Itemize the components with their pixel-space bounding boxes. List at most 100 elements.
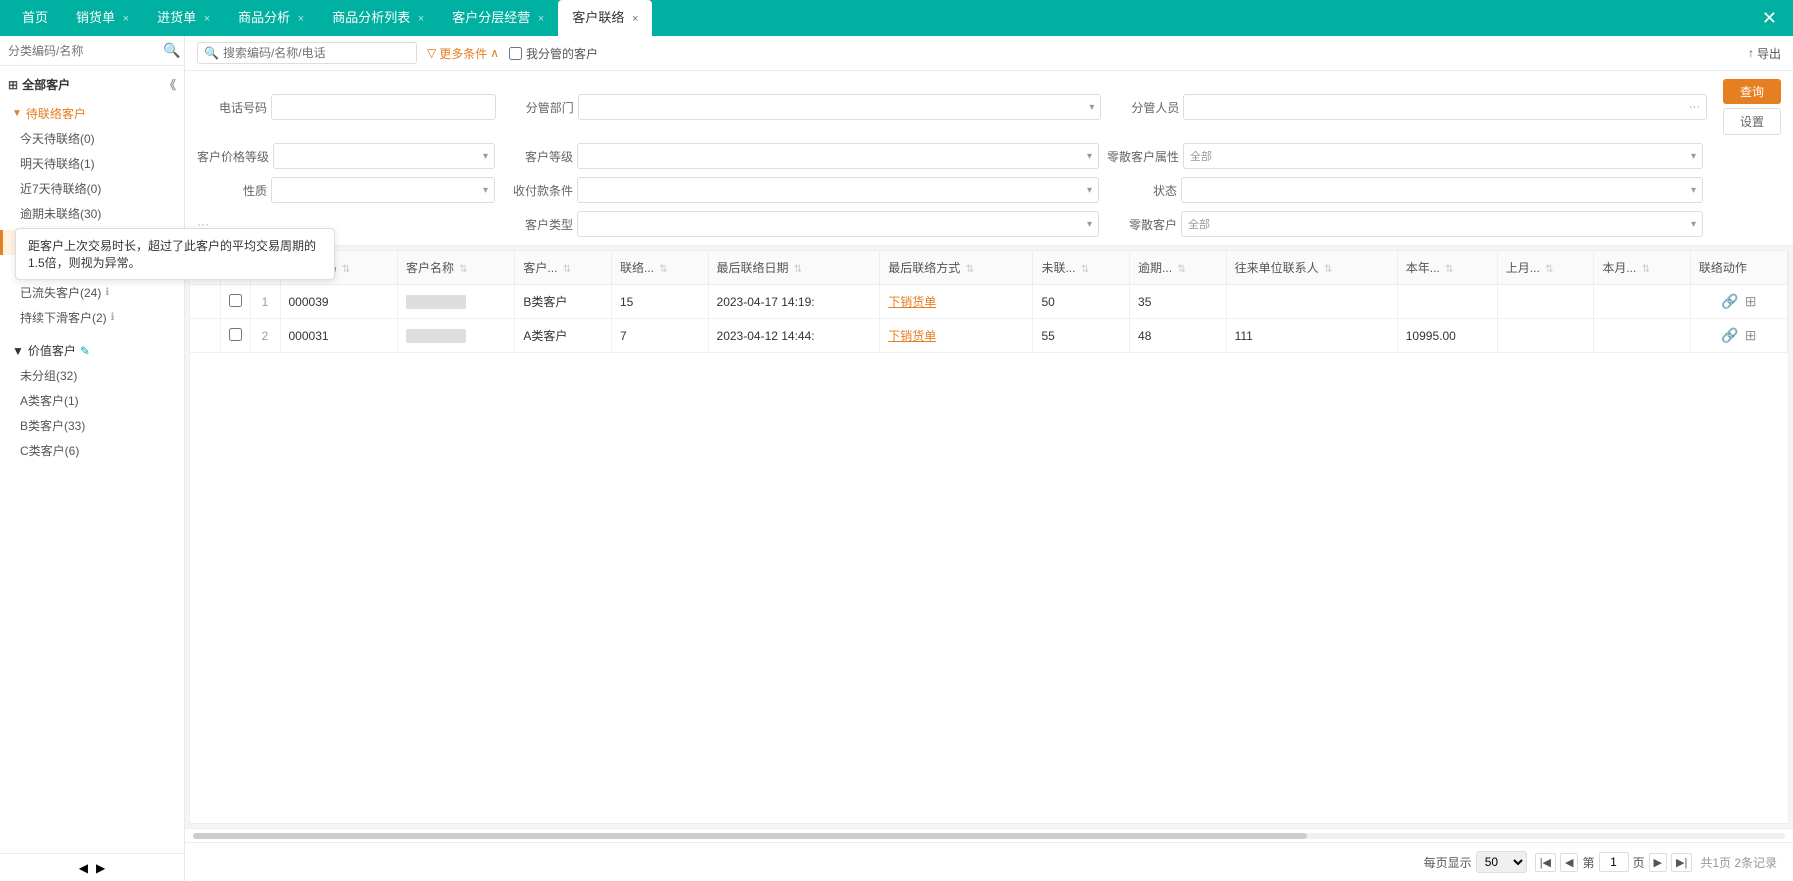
- chevron-down-icon: ∧: [490, 46, 499, 60]
- th-last-contact-method[interactable]: 最后联络方式 ⇅: [880, 251, 1033, 285]
- filter-dept: 分管部门 ▾: [504, 94, 1102, 120]
- td-year-1: [1397, 285, 1497, 319]
- blurred-name-2: [406, 329, 466, 343]
- tree-root-all-customers[interactable]: ⊞ 全部客户 《: [0, 70, 184, 99]
- gender-caret-icon: ▾: [483, 185, 488, 196]
- tree-leaf-today[interactable]: 今天待联络(0): [0, 126, 184, 151]
- edit-icon[interactable]: ✎: [80, 344, 90, 358]
- close-goods-list-icon[interactable]: ×: [418, 13, 424, 25]
- dept-select[interactable]: ▾: [578, 94, 1102, 120]
- nav-sales[interactable]: 销货单 ×: [62, 0, 143, 36]
- filter-retail-attr: 零散客户属性 全部 ▾: [1107, 143, 1703, 169]
- td-contacts-1: [1226, 285, 1397, 319]
- method-link-1[interactable]: 下销货单: [888, 295, 936, 309]
- last-page-button[interactable]: ▶|: [1671, 853, 1692, 872]
- tree-group-pending-header[interactable]: ▼ 待联络客户: [0, 99, 184, 126]
- prev-page-button[interactable]: ◀: [1560, 853, 1578, 872]
- toolbar-search-input[interactable]: [223, 46, 410, 60]
- status-label: 状态: [1107, 182, 1177, 199]
- gender-select[interactable]: ▾: [271, 177, 495, 203]
- td-type-1: B类客户: [515, 285, 612, 319]
- sidebar-search-input[interactable]: [8, 44, 163, 58]
- tree-leaf-lost-customers[interactable]: 已流失客户(24) ℹ: [0, 280, 184, 305]
- retail-attr-select[interactable]: 全部 ▾: [1183, 143, 1703, 169]
- th-action: 联络动作: [1690, 251, 1787, 285]
- customer-grade-select[interactable]: ▾: [577, 143, 1099, 169]
- page-number-input[interactable]: [1599, 852, 1629, 872]
- th-contact-count[interactable]: 联络... ⇅: [611, 251, 708, 285]
- total-records-label: 共1页 2条记录: [1700, 854, 1777, 871]
- th-contacts[interactable]: 往来单位联系人 ⇅: [1226, 251, 1397, 285]
- collapse-icon[interactable]: 《: [164, 76, 176, 93]
- close-purchase-icon[interactable]: ×: [204, 13, 210, 25]
- next-page-button[interactable]: ▶: [1649, 853, 1667, 872]
- th-this-month[interactable]: 本月... ⇅: [1594, 251, 1691, 285]
- close-contact-icon[interactable]: ×: [632, 13, 638, 25]
- tree-leaf-overdue[interactable]: 逾期未联络(30): [0, 201, 184, 226]
- sidebar-right-arrow[interactable]: ▶: [96, 861, 105, 875]
- td-date-2: 2023-04-12 14:44:: [708, 319, 880, 353]
- filter-manager: 分管人员 ···: [1109, 94, 1707, 120]
- td-overdue-2: 48: [1130, 319, 1227, 353]
- th-last-contact-date[interactable]: 最后联络日期 ⇅: [708, 251, 880, 285]
- nav-purchase[interactable]: 进货单 ×: [143, 0, 224, 36]
- th-customer-name[interactable]: 客户名称 ⇅: [397, 251, 514, 285]
- th-uncontacted[interactable]: 未联... ⇅: [1033, 251, 1130, 285]
- tree-subgroup-value-header[interactable]: ▼ 价值客户 ✎: [0, 338, 184, 363]
- settings-button[interactable]: 设置: [1723, 108, 1781, 135]
- retail-customer-select[interactable]: 全部 ▾: [1181, 211, 1703, 237]
- nav-customer-segment[interactable]: 客户分层经营 ×: [438, 0, 558, 36]
- tree-leaf-tomorrow[interactable]: 明天待联络(1): [0, 151, 184, 176]
- manager-select[interactable]: ···: [1183, 94, 1707, 120]
- th-year-amount[interactable]: 本年... ⇅: [1397, 251, 1497, 285]
- customer-type-select[interactable]: ▾: [577, 211, 1099, 237]
- more-conditions-button[interactable]: ▽ 更多条件 ∧: [427, 45, 499, 62]
- tree-leaf-ungrouped[interactable]: 未分组(32): [0, 363, 184, 388]
- retail-attr-value: 全部: [1190, 148, 1212, 164]
- link-icon-2[interactable]: 🔗: [1721, 327, 1738, 344]
- nav-home[interactable]: 首页: [8, 0, 62, 36]
- nav-goods-analysis[interactable]: 商品分析 ×: [224, 0, 318, 36]
- horizontal-scrollbar[interactable]: [185, 828, 1793, 842]
- nav-customer-contact[interactable]: 客户联络 ×: [558, 0, 652, 36]
- close-sales-icon[interactable]: ×: [123, 13, 129, 25]
- tooltip-text: 距客户上次交易时长，超过了此客户的平均交易周期的1.5倍，则视为异常。: [185, 239, 316, 270]
- sidebar-search-area: 🔍: [0, 36, 184, 66]
- tree-leaf-7days[interactable]: 近7天待联络(0): [0, 176, 184, 201]
- my-customers-filter[interactable]: 我分管的客户: [509, 45, 598, 62]
- row1-checkbox[interactable]: [229, 294, 242, 307]
- close-goods-analysis-icon[interactable]: ×: [298, 13, 304, 25]
- window-close-button[interactable]: ✕: [1754, 8, 1785, 29]
- export-button[interactable]: ↑ 导出: [1748, 45, 1781, 62]
- link-icon-1[interactable]: 🔗: [1721, 293, 1738, 310]
- tree-leaf-a-customers[interactable]: A类客户(1): [0, 388, 184, 413]
- td-date-1: 2023-04-17 14:19:: [708, 285, 880, 319]
- th-overdue[interactable]: 逾期... ⇅: [1130, 251, 1227, 285]
- scroll-thumb[interactable]: [193, 833, 1307, 839]
- grid-icon-1[interactable]: ⊞: [1745, 293, 1757, 310]
- nav-goods-list[interactable]: 商品分析列表 ×: [318, 0, 438, 36]
- query-button[interactable]: 查询: [1723, 79, 1781, 104]
- status-select[interactable]: ▾: [1181, 177, 1703, 203]
- td-action-1: 🔗 ⊞: [1690, 285, 1787, 319]
- price-grade-select[interactable]: ▾: [273, 143, 495, 169]
- close-segment-icon[interactable]: ×: [538, 13, 544, 25]
- my-customers-checkbox[interactable]: [509, 47, 522, 60]
- th-last-month[interactable]: 上月... ⇅: [1497, 251, 1594, 285]
- td-type-2: A类客户: [515, 319, 612, 353]
- phone-input[interactable]: [271, 94, 496, 120]
- grid-icon: ⊞: [8, 78, 18, 92]
- row2-checkbox[interactable]: [229, 328, 242, 341]
- th-customer-type[interactable]: 客户... ⇅: [515, 251, 612, 285]
- sidebar-left-arrow[interactable]: ◀: [79, 861, 88, 875]
- tree-leaf-c-customers[interactable]: C类客户(6): [0, 438, 184, 463]
- tree-leaf-declining[interactable]: 持续下滑客户(2) ℹ: [0, 305, 184, 330]
- payment-select[interactable]: ▾: [577, 177, 1099, 203]
- method-link-2[interactable]: 下销货单: [888, 329, 936, 343]
- sort-contact-icon: ⇅: [659, 264, 667, 275]
- sort-overdue-icon: ⇅: [1177, 264, 1185, 275]
- tree-leaf-b-customers[interactable]: B类客户(33): [0, 413, 184, 438]
- per-page-select[interactable]: 50 20 100: [1476, 851, 1527, 873]
- grid-icon-2[interactable]: ⊞: [1745, 327, 1757, 344]
- first-page-button[interactable]: |◀: [1535, 853, 1556, 872]
